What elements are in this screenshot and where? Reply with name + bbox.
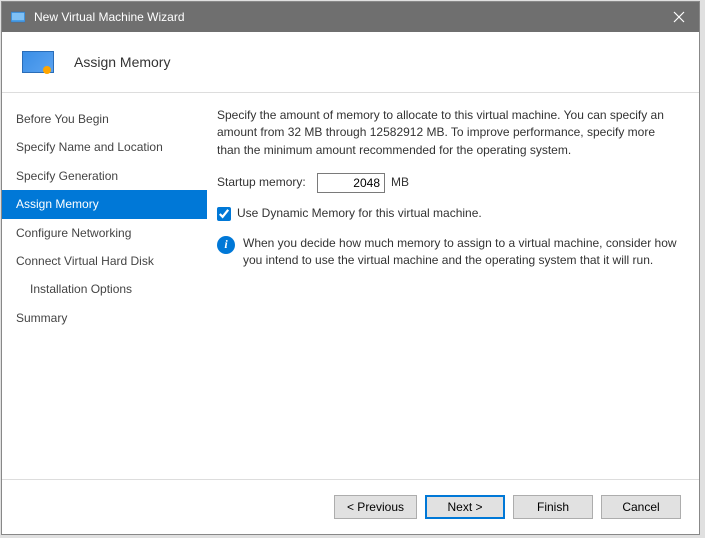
wizard-step-1[interactable]: Specify Name and Location (2, 133, 207, 161)
startup-memory-row: Startup memory: MB (217, 173, 679, 193)
wizard-step-5[interactable]: Connect Virtual Hard Disk (2, 247, 207, 275)
finish-button[interactable]: Finish (513, 495, 593, 519)
wizard-step-4[interactable]: Configure Networking (2, 219, 207, 247)
next-button[interactable]: Next > (425, 495, 505, 519)
page-header: Assign Memory (2, 32, 699, 92)
startup-memory-input[interactable] (317, 173, 385, 193)
startup-memory-unit: MB (391, 174, 409, 191)
wizard-step-6[interactable]: Installation Options (2, 275, 207, 303)
previous-button[interactable]: < Previous (334, 495, 417, 519)
wizard-step-0[interactable]: Before You Begin (2, 105, 207, 133)
wizard-step-2[interactable]: Specify Generation (2, 162, 207, 190)
info-text: When you decide how much memory to assig… (243, 235, 679, 270)
window-title: New Virtual Machine Wizard (34, 10, 659, 24)
description-text: Specify the amount of memory to allocate… (217, 107, 679, 159)
dynamic-memory-row: Use Dynamic Memory for this virtual mach… (217, 205, 679, 222)
startup-memory-label: Startup memory: (217, 174, 317, 191)
titlebar: New Virtual Machine Wizard (2, 2, 699, 32)
info-icon: i (217, 236, 235, 254)
page-title: Assign Memory (74, 54, 170, 70)
content: Before You BeginSpecify Name and Locatio… (2, 93, 699, 479)
dynamic-memory-label: Use Dynamic Memory for this virtual mach… (237, 205, 482, 222)
cancel-button[interactable]: Cancel (601, 495, 681, 519)
vm-icon (22, 51, 54, 73)
wizard-step-7[interactable]: Summary (2, 304, 207, 332)
close-button[interactable] (659, 2, 699, 32)
wizard-steps: Before You BeginSpecify Name and Locatio… (2, 93, 207, 479)
dynamic-memory-checkbox[interactable] (217, 207, 231, 221)
wizard-step-3[interactable]: Assign Memory (2, 190, 207, 218)
app-icon (10, 9, 26, 25)
wizard-window: New Virtual Machine Wizard Assign Memory… (1, 1, 700, 535)
main-panel: Specify the amount of memory to allocate… (207, 93, 699, 479)
info-row: i When you decide how much memory to ass… (217, 235, 679, 270)
footer: < Previous Next > Finish Cancel (2, 479, 699, 534)
